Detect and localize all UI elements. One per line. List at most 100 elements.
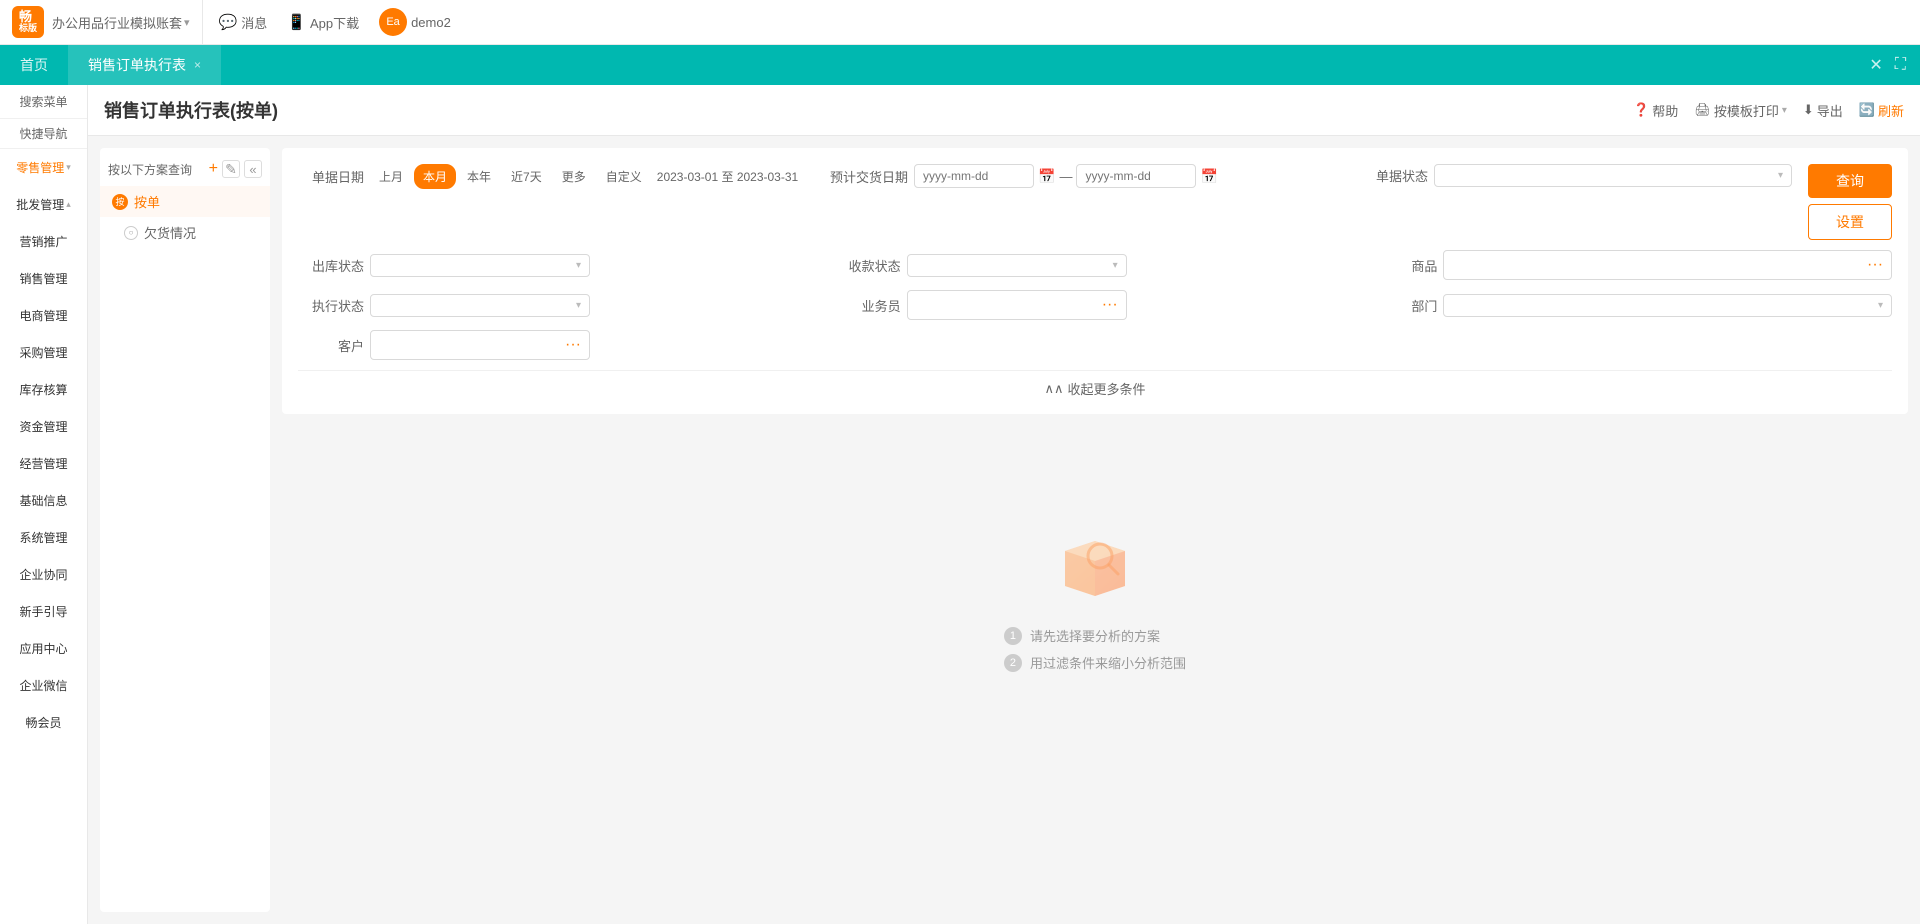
doc-status-label: 单据状态 [1362, 166, 1434, 185]
refresh-btn[interactable]: 🔄 刷新 [1859, 101, 1904, 120]
filter-row-2: 出库状态 ▾ 收款状态 ▾ [298, 250, 1892, 280]
empty-steps: 1 请先选择要分析的方案 2 用过滤条件来缩小分析范围 [1004, 626, 1186, 672]
date-year-btn[interactable]: 本年 [458, 164, 500, 189]
sidebar-label-wholesale: 批发管理 [16, 196, 64, 213]
doc-status-arrow: ▾ [1778, 170, 1783, 181]
sidebar-item-retail[interactable]: 零售管理 ▾ [0, 149, 87, 186]
collect-status-arrow: ▾ [1113, 260, 1118, 271]
goods-more-icon[interactable]: ··· [1867, 256, 1883, 274]
nav-tab-active[interactable]: 销售订单执行表 × [68, 45, 221, 85]
forecast-start-input[interactable] [914, 164, 1034, 188]
customer-input[interactable]: ··· [370, 330, 590, 360]
chevron-down-icon: ▾ [66, 162, 71, 173]
page-actions: ❓ 帮助 🖨 按模板打印 ▾ ⬇ 导出 🔄 刷新 [1633, 101, 1904, 120]
filter-row-3: 执行状态 ▾ 业务员 ··· [298, 290, 1892, 320]
search-btn[interactable]: 查询 [1808, 164, 1892, 198]
step-num-1: 1 [1004, 627, 1022, 645]
dept-select[interactable]: ▾ [1443, 294, 1892, 317]
date-week-btn[interactable]: 近7天 [502, 164, 551, 189]
date-current-btn[interactable]: 本月 [414, 164, 456, 189]
query-area: 单据日期 上月 本月 本年 近7天 更多 自定义 2023-03-01 至 20… [282, 148, 1908, 414]
sidebar-item-enterprise[interactable]: 企业协同 [0, 556, 87, 593]
logo-area: 畅 标版 办公用品行业模拟账套 ▾ [0, 0, 203, 44]
date-prev-btn[interactable]: 上月 [370, 164, 412, 189]
window-close-btn[interactable]: ✕ [1863, 55, 1888, 75]
forecast-date-label: 预计交货日期 [830, 167, 914, 186]
dept-arrow: ▾ [1878, 300, 1883, 311]
download-icon: 📱 [287, 13, 306, 31]
forecast-calendar-start-icon[interactable]: 📅 [1038, 168, 1055, 185]
message-icon: 💬 [219, 13, 238, 31]
sidebar-item-appstore[interactable]: 应用中心 [0, 630, 87, 667]
sidebar: 搜索菜单 快捷导航 零售管理 ▾ 批发管理 ▴ 营销推广 销售管理 电商管理 采… [0, 85, 88, 924]
tab-close-btn[interactable]: × [194, 58, 201, 72]
top-header: 畅 标版 办公用品行业模拟账套 ▾ 💬 消息 📱 App下载 Ea demo2 [0, 0, 1920, 45]
doc-status-control: ▾ [1434, 164, 1792, 187]
empty-step-2: 2 用过滤条件来缩小分析范围 [1004, 653, 1186, 672]
print-btn[interactable]: 🖨 按模板打印 ▾ [1694, 101, 1787, 120]
message-btn[interactable]: 💬 消息 [219, 13, 268, 32]
plan-edit-btn[interactable]: ✎ [222, 160, 240, 178]
customer-more-icon[interactable]: ··· [565, 336, 581, 354]
user-menu[interactable]: Ea demo2 [379, 8, 451, 36]
sidebar-item-purchase[interactable]: 采购管理 [0, 334, 87, 371]
goods-field: 商品 ··· [1355, 250, 1892, 280]
chevron-up-icon: ▴ [66, 199, 71, 210]
date-controls: 上月 本月 本年 近7天 更多 自定义 2023-03-01 至 2023-03… [370, 164, 814, 189]
sidebar-item-sales[interactable]: 销售管理 [0, 260, 87, 297]
refresh-icon: 🔄 [1859, 102, 1875, 118]
collapse-row: ∧∧ 收起更多条件 [298, 370, 1892, 398]
side-plan: 按以下方案查询 + ✎ « 按 按单 ○ 欠货情况 [100, 148, 270, 912]
user-avatar: Ea [379, 8, 407, 36]
goods-input[interactable]: ··· [1443, 250, 1892, 280]
help-btn[interactable]: ❓ 帮助 [1633, 101, 1678, 120]
setting-btn[interactable]: 设置 [1808, 204, 1892, 240]
sidebar-item-wholesale[interactable]: 批发管理 ▴ [0, 186, 87, 223]
sidebar-item-ecommerce[interactable]: 电商管理 [0, 297, 87, 334]
collapse-btn[interactable]: ∧∧ 收起更多条件 [1044, 379, 1145, 398]
nav-tab-home[interactable]: 首页 [0, 45, 68, 85]
app-download-btn[interactable]: 📱 App下载 [287, 13, 359, 32]
doc-status-select[interactable]: ▾ [1434, 164, 1792, 187]
salesperson-input[interactable]: ··· [907, 290, 1127, 320]
main-layout: 搜索菜单 快捷导航 零售管理 ▾ 批发管理 ▴ 营销推广 销售管理 电商管理 采… [0, 85, 1920, 924]
date-custom-btn[interactable]: 自定义 [597, 164, 651, 189]
salesperson-more-icon[interactable]: ··· [1102, 296, 1118, 314]
forecast-calendar-end-icon[interactable]: 📅 [1200, 168, 1217, 185]
sidebar-item-operations[interactable]: 经营管理 [0, 445, 87, 482]
plan-item-icon: 按 [112, 194, 128, 210]
sidebar-item-finance[interactable]: 资金管理 [0, 408, 87, 445]
plan-add-btn[interactable]: + [209, 160, 218, 178]
sidebar-item-guide[interactable]: 新手引导 [0, 593, 87, 630]
sidebar-search[interactable]: 搜索菜单 [0, 85, 87, 119]
print-dropdown-icon: ▾ [1782, 105, 1787, 116]
out-status-select[interactable]: ▾ [370, 254, 590, 277]
exec-status-field: 执行状态 ▾ [298, 294, 819, 317]
salesperson-field: 业务员 ··· [819, 290, 1356, 320]
sidebar-item-member[interactable]: 畅会员 [0, 704, 87, 741]
plan-sub-icon: ○ [124, 226, 138, 240]
sidebar-item-system[interactable]: 系统管理 [0, 519, 87, 556]
sidebar-item-marketing[interactable]: 营销推广 [0, 223, 87, 260]
export-btn[interactable]: ⬇ 导出 [1803, 101, 1843, 120]
exec-status-select[interactable]: ▾ [370, 294, 590, 317]
app-logo: 畅 标版 [12, 6, 44, 38]
plan-item-main[interactable]: 按 按单 [100, 186, 270, 217]
nav-right: ✕ ⛶ [1863, 55, 1920, 75]
window-maximize-btn[interactable]: ⛶ [1889, 56, 1912, 74]
forecast-end-input[interactable] [1076, 164, 1196, 188]
dropdown-arrow[interactable]: ▾ [184, 16, 190, 29]
collect-status-select[interactable]: ▾ [907, 254, 1127, 277]
sidebar-item-basic[interactable]: 基础信息 [0, 482, 87, 519]
plan-collapse-btn[interactable]: « [244, 160, 262, 178]
help-icon: ❓ [1633, 102, 1649, 118]
plan-sub-item-shortage[interactable]: ○ 欠货情况 [100, 217, 270, 248]
sidebar-quick-nav[interactable]: 快捷导航 [0, 119, 87, 149]
sidebar-item-inventory[interactable]: 库存核算 [0, 371, 87, 408]
out-status-label: 出库状态 [298, 256, 370, 275]
sidebar-item-wechat[interactable]: 企业微信 [0, 667, 87, 704]
plan-panel-title: 按以下方案查询 [108, 161, 192, 178]
date-more-btn[interactable]: 更多 [553, 164, 595, 189]
dept-label: 部门 [1371, 296, 1443, 315]
collapse-icon: ∧∧ [1044, 381, 1063, 397]
